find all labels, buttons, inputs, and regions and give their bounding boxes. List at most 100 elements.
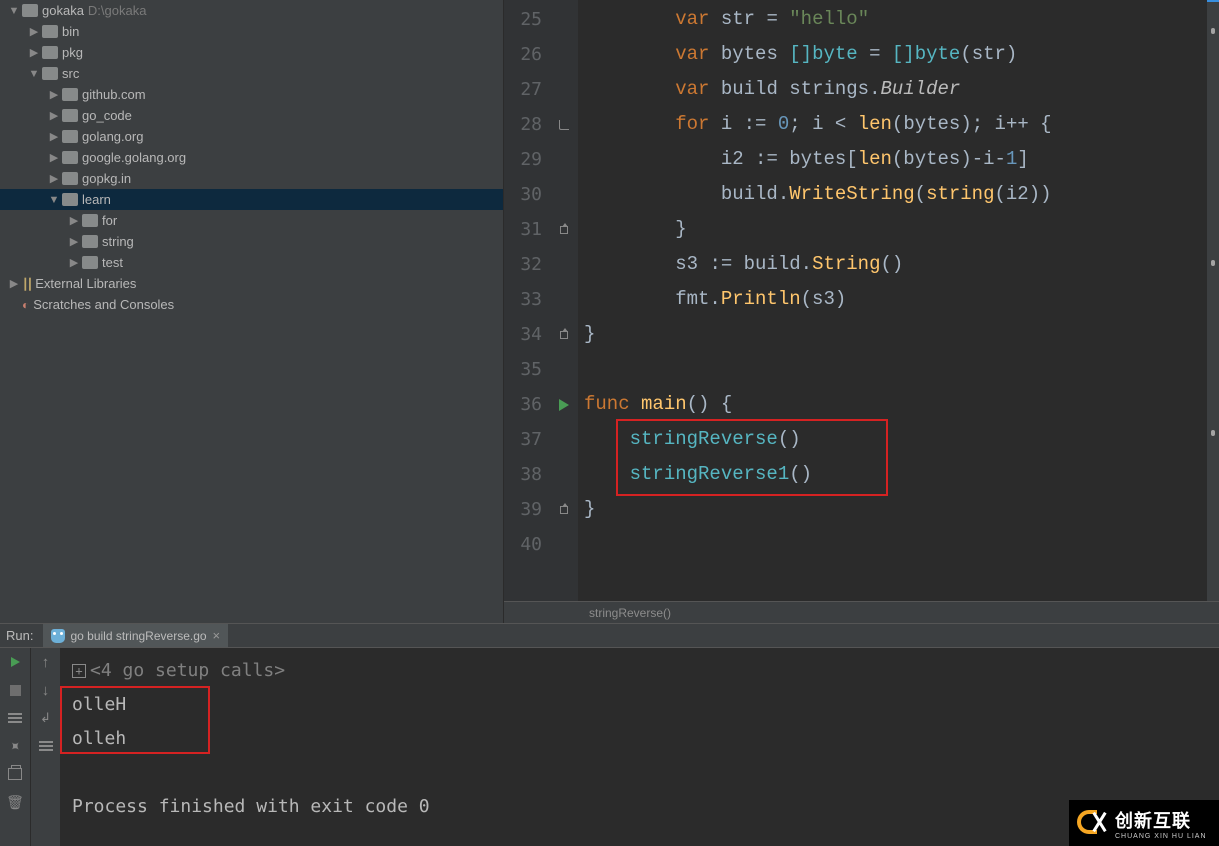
- chevron-down-icon[interactable]: ▼: [6, 5, 22, 17]
- gutter-row: [550, 527, 578, 562]
- gutter-row: [550, 37, 578, 72]
- code-line[interactable]: var build strings.Builder: [578, 72, 1219, 107]
- console-line: olleH: [72, 688, 1207, 722]
- trash-icon: 🗑: [6, 794, 24, 811]
- chevron-right-icon[interactable]: ▶: [46, 130, 62, 143]
- rerun-button[interactable]: [5, 652, 25, 672]
- line-number: 39: [504, 492, 542, 527]
- tree-label: string: [102, 234, 134, 249]
- breadcrumb-bar: stringReverse(): [504, 601, 1219, 623]
- line-number: 33: [504, 282, 542, 317]
- code-line[interactable]: stringReverse1(): [578, 457, 1219, 492]
- watermark-logo: 创新互联 CHUANG XIN HU LIAN: [1069, 800, 1219, 846]
- fold-down-icon[interactable]: [559, 120, 569, 130]
- code-line[interactable]: func main() {: [578, 387, 1219, 422]
- print-icon: [8, 768, 22, 780]
- tree-item-src[interactable]: ▼src: [0, 63, 503, 84]
- chevron-right-icon[interactable]: ▶: [46, 88, 62, 101]
- chevron-right-icon[interactable]: ▶: [26, 25, 42, 38]
- code-line[interactable]: }: [578, 492, 1219, 527]
- console-line: [72, 756, 1207, 790]
- expand-icon[interactable]: +: [72, 664, 86, 678]
- tree-label: pkg: [62, 45, 83, 60]
- code-line[interactable]: stringReverse(): [578, 422, 1219, 457]
- tree-item-test[interactable]: ▶test: [0, 252, 503, 273]
- code-line[interactable]: [578, 527, 1219, 562]
- chevron-right-icon[interactable]: ▶: [26, 46, 42, 59]
- run-gutter-icon[interactable]: [559, 399, 569, 411]
- tree-label: google.golang.org: [82, 150, 186, 165]
- line-number: 25: [504, 2, 542, 37]
- code-line[interactable]: s3 := build.String(): [578, 247, 1219, 282]
- tree-item-bin[interactable]: ▶ bin: [0, 21, 503, 42]
- tree-item-learn[interactable]: ▼learn: [0, 189, 503, 210]
- stop-icon: [10, 685, 21, 696]
- code-area[interactable]: var str = "hello" var bytes []byte = []b…: [578, 0, 1219, 601]
- line-number: 36: [504, 387, 542, 422]
- pin-button[interactable]: ✦: [5, 736, 25, 756]
- code-line[interactable]: var str = "hello": [578, 2, 1219, 37]
- tree-label: for: [102, 213, 117, 228]
- tree-item-github-com[interactable]: ▶github.com: [0, 84, 503, 105]
- chevron-right-icon[interactable]: ▶: [46, 151, 62, 164]
- code-editor[interactable]: 25262728293031323334353637383940 var str…: [504, 0, 1219, 623]
- chevron-right-icon[interactable]: ▶: [66, 256, 82, 269]
- scroll-down-button[interactable]: ↓: [36, 680, 56, 700]
- tree-label: bin: [62, 24, 79, 39]
- code-line[interactable]: i2 := bytes[len(bytes)-i-1]: [578, 142, 1219, 177]
- tree-item-go-code[interactable]: ▶ go_code: [0, 105, 503, 126]
- tree-item-gokaka[interactable]: ▼gokaka D:\gokaka: [0, 0, 503, 21]
- tree-item-gopkg-in[interactable]: ▶ gopkg.in: [0, 168, 503, 189]
- code-line[interactable]: }: [578, 212, 1219, 247]
- gutter-row: [550, 282, 578, 317]
- clear-button[interactable]: 🗑: [5, 792, 25, 812]
- external-libraries-label: External Libraries: [35, 276, 136, 291]
- tree-item-golang-org[interactable]: ▶ golang.org: [0, 126, 503, 147]
- run-tab[interactable]: go build stringReverse.go ×: [43, 624, 228, 647]
- gutter-row: [550, 422, 578, 457]
- layout-button[interactable]: [5, 708, 25, 728]
- arrow-down-icon: ↓: [42, 682, 50, 699]
- line-number: 26: [504, 37, 542, 72]
- tree-item-google-golang-org[interactable]: ▶ google.golang.org: [0, 147, 503, 168]
- external-libraries[interactable]: ▶ External Libraries: [0, 273, 503, 294]
- marker-yellow-2: [1211, 260, 1215, 266]
- scratches-consoles[interactable]: ◐ Scratches and Consoles: [0, 294, 503, 315]
- project-tree[interactable]: ▼gokaka D:\gokaka ▶ bin ▶ pkg ▼src▶github.com…: [0, 0, 504, 623]
- scroll-up-button[interactable]: ↑: [36, 652, 56, 672]
- code-line[interactable]: [578, 352, 1219, 387]
- chevron-right-icon[interactable]: ▶: [46, 109, 62, 122]
- editor-scrollbar[interactable]: [1207, 0, 1219, 601]
- tree-label: gopkg.in: [82, 171, 131, 186]
- line-number: 38: [504, 457, 542, 492]
- code-line[interactable]: fmt.Println(s3): [578, 282, 1219, 317]
- print-button[interactable]: [5, 764, 25, 784]
- tree-item-string[interactable]: ▶ string: [0, 231, 503, 252]
- scroll-to-end-button[interactable]: [36, 736, 56, 756]
- code-line[interactable]: build.WriteString(string(i2)): [578, 177, 1219, 212]
- chevron-down-icon[interactable]: ▼: [46, 194, 62, 206]
- stop-button[interactable]: [5, 680, 25, 700]
- fold-up-icon[interactable]: [560, 226, 568, 234]
- tree-item-pkg[interactable]: ▶ pkg: [0, 42, 503, 63]
- code-line[interactable]: }: [578, 317, 1219, 352]
- arrow-up-icon: ↑: [42, 654, 50, 671]
- chevron-right-icon[interactable]: ▶: [66, 235, 82, 248]
- code-line[interactable]: for i := 0; i < len(bytes); i++ {: [578, 107, 1219, 142]
- breadcrumb-text: stringReverse(): [589, 606, 671, 620]
- line-number: 27: [504, 72, 542, 107]
- soft-wrap-button[interactable]: ↲: [36, 708, 56, 728]
- console-toolbar: ↑ ↓ ↲: [30, 648, 60, 846]
- tree-item-for[interactable]: ▶ for: [0, 210, 503, 231]
- chevron-right-icon[interactable]: ▶: [46, 172, 62, 185]
- tree-label: go_code: [82, 108, 132, 123]
- tree-label: golang.org: [82, 129, 143, 144]
- folder-icon: [62, 193, 78, 206]
- close-icon[interactable]: ×: [213, 628, 221, 643]
- fold-up-icon[interactable]: [560, 331, 568, 339]
- code-line[interactable]: var bytes []byte = []byte(str): [578, 37, 1219, 72]
- chevron-down-icon[interactable]: ▼: [26, 68, 42, 80]
- console-output[interactable]: +<4 go setup calls>olleHolleh Process fi…: [60, 648, 1219, 846]
- fold-up-icon[interactable]: [560, 506, 568, 514]
- chevron-right-icon[interactable]: ▶: [66, 214, 82, 227]
